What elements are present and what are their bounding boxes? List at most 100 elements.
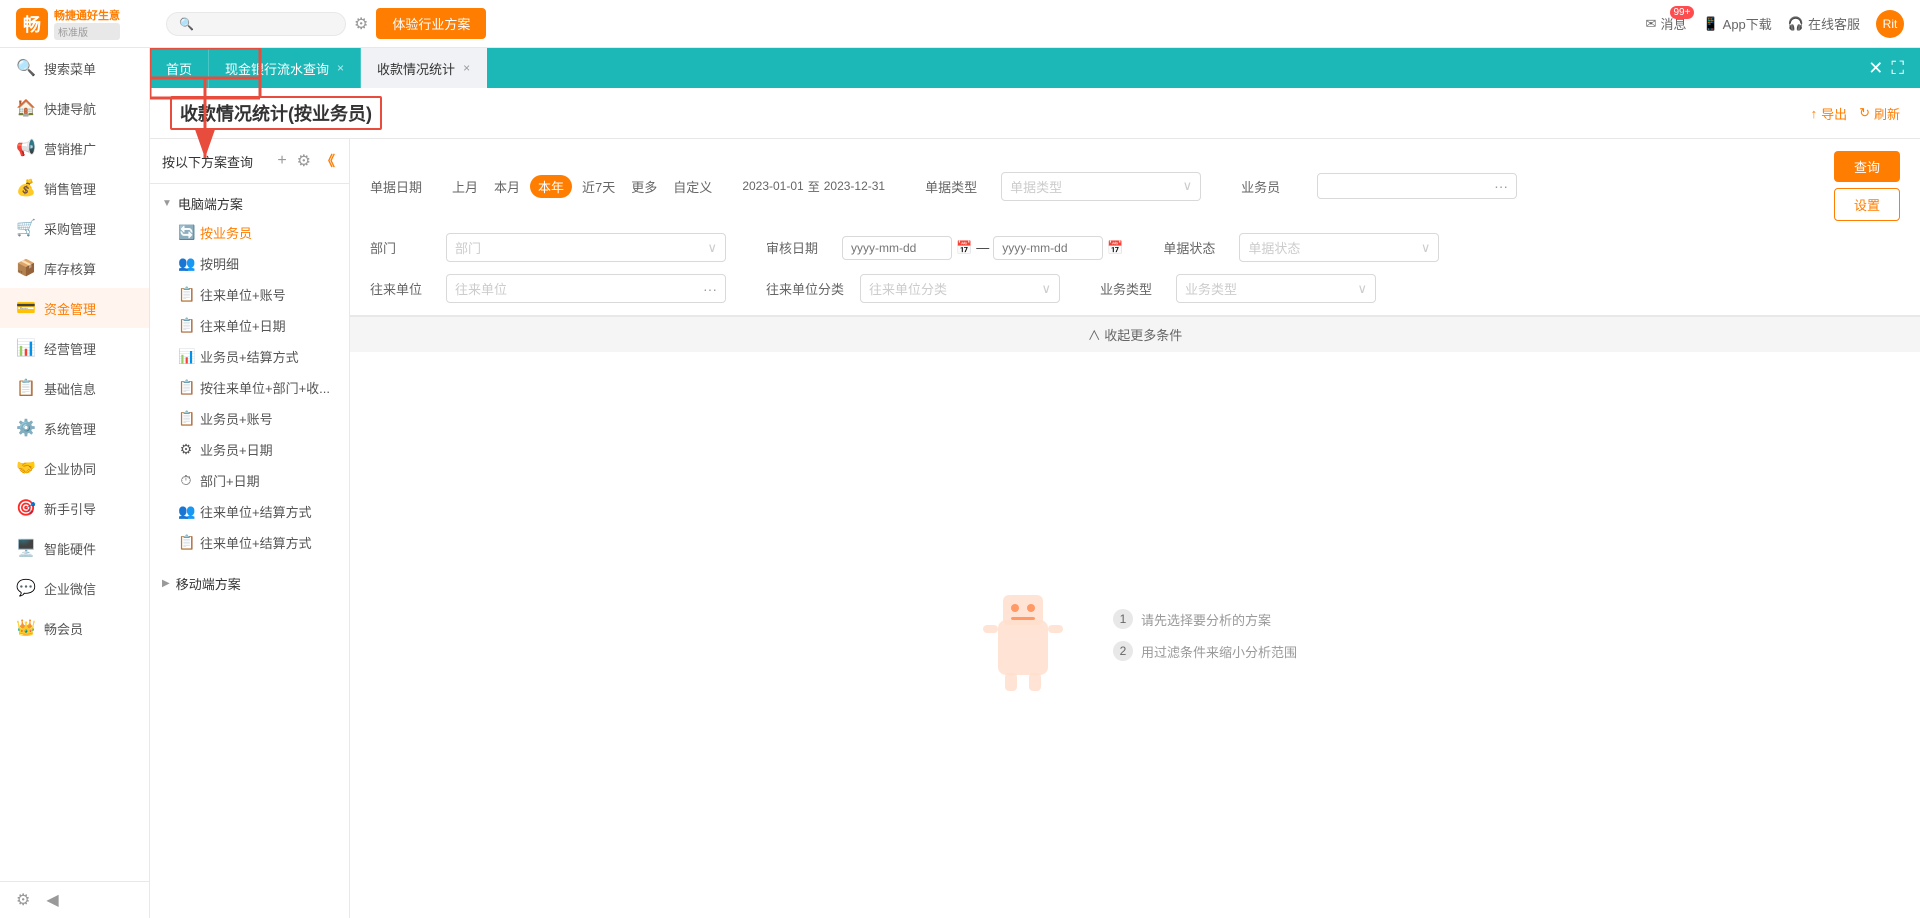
scheme-item-partner-date[interactable]: 📋 往来单位+日期 (150, 310, 349, 341)
salesperson-label: 业务员 (1241, 177, 1301, 196)
search-icon: 🔍 (16, 58, 36, 78)
sidebar-item-guide[interactable]: 🎯 新手引导 (0, 488, 149, 528)
more-options-icon[interactable]: ··· (1494, 178, 1508, 194)
partner-type-select[interactable]: 往来单位分类 ∨ (860, 274, 1060, 303)
settings-bottom-icon[interactable]: ⚙ (16, 890, 30, 910)
condition-row-1: 单据日期 上月 本月 本年 近7天 更多 自定义 2023-01-01 至 (370, 151, 1900, 221)
add-scheme-btn[interactable]: + (275, 149, 288, 173)
date-btn-more[interactable]: 更多 (625, 175, 663, 198)
tip-num-2: 2 (1113, 641, 1133, 661)
user-avatar[interactable]: Rit (1876, 10, 1904, 38)
sidebar-item-system[interactable]: ⚙️ 系统管理 (0, 408, 149, 448)
partner-select[interactable]: 往来单位 ··· (446, 274, 726, 303)
sidebar-item-basic[interactable]: 📋 基础信息 (0, 368, 149, 408)
empty-state: 1 请先选择要分析的方案 2 用过滤条件来缩小分析范围 (350, 352, 1920, 918)
scheme-item-partner-settle2[interactable]: 📋 往来单位+结算方式 (150, 527, 349, 558)
search-box[interactable]: 🔍 (166, 12, 346, 36)
logo-text: 畅捷通好生意 (54, 7, 120, 23)
sidebar-item-management[interactable]: 📊 经营管理 (0, 328, 149, 368)
partner-account-icon: 📋 (178, 286, 194, 303)
collapse-sidebar-icon[interactable]: ◀ (46, 890, 58, 910)
date-shortcuts: 上月 本月 本年 近7天 更多 自定义 (446, 175, 718, 198)
salesperson-select[interactable]: ··· (1317, 173, 1517, 199)
scheme-icon-active: 🔄 (178, 224, 194, 241)
sidebar-item-label: 经营管理 (44, 339, 96, 358)
scheme-item-label: 往来单位+结算方式 (200, 533, 312, 552)
scheme-item-partner-settle1[interactable]: 👥 往来单位+结算方式 (150, 496, 349, 527)
sidebar-item-hardware[interactable]: 🖥️ 智能硬件 (0, 528, 149, 568)
scheme-group-mobile-label: 移动端方案 (176, 574, 241, 593)
scheme-group-mobile-header[interactable]: ▶ 移动端方案 (150, 570, 349, 597)
sidebar-item-sales[interactable]: 💰 销售管理 (0, 168, 149, 208)
app-download-label: App下载 (1723, 14, 1772, 33)
expand-tab-btn[interactable]: ⛶ (1891, 58, 1904, 79)
sales-icon: 💰 (16, 178, 36, 198)
date-btn-7days[interactable]: 近7天 (576, 175, 621, 198)
sidebar-item-collab[interactable]: 🤝 企业协同 (0, 448, 149, 488)
message-button[interactable]: ✉ 消息 99+ (1646, 14, 1687, 33)
sidebar-item-marketing[interactable]: 📢 营销推广 (0, 128, 149, 168)
page-title: 收款情况统计(按业务员) (170, 96, 382, 130)
online-service-button[interactable]: 🎧 在线客服 (1788, 14, 1860, 33)
scheme-item-dept-date[interactable]: ⏱ 部门+日期 (150, 465, 349, 496)
scheme-item-salesperson[interactable]: 🔄 按业务员 (150, 217, 349, 248)
collapse-scheme-btn[interactable]: 《 (319, 149, 337, 173)
sidebar-item-weixin[interactable]: 💬 企业微信 (0, 568, 149, 608)
partner-settle2-icon: 📋 (178, 534, 194, 551)
sidebar-item-label: 新手引导 (44, 499, 96, 518)
tab-close-bank[interactable]: × (337, 62, 344, 74)
sidebar-item-label: 采购管理 (44, 219, 96, 238)
scheme-item-label: 业务员+账号 (200, 409, 273, 428)
scheme-item-label: 部门+日期 (200, 471, 260, 490)
tab-home[interactable]: 首页 (150, 48, 209, 88)
dept-select[interactable]: 部门 ∨ (446, 233, 726, 262)
close-all-tabs-btn[interactable]: ✕ (1868, 58, 1883, 79)
query-button[interactable]: 查询 (1834, 151, 1900, 182)
trial-button[interactable]: 体验行业方案 (376, 8, 486, 39)
calendar-icon-from[interactable]: 📅 (956, 240, 972, 256)
sidebar-item-member[interactable]: 👑 畅会员 (0, 608, 149, 648)
scheme-item-partner-account[interactable]: 📋 往来单位+账号 (150, 279, 349, 310)
date-btn-thisyear[interactable]: 本年 (530, 175, 572, 198)
gear-icon[interactable]: ⚙ (354, 14, 368, 34)
collapse-bar[interactable]: ∧ 收起更多条件 (350, 316, 1920, 352)
review-date-from[interactable] (842, 236, 952, 260)
scheme-item-sales-date[interactable]: ⚙ 业务员+日期 (150, 434, 349, 465)
inventory-icon: 📦 (16, 258, 36, 278)
scheme-item-sales-account[interactable]: 📋 业务员+账号 (150, 403, 349, 434)
biz-type-select[interactable]: 业务类型 ∨ (1176, 274, 1376, 303)
settings-button[interactable]: 设置 (1834, 188, 1900, 221)
date-btn-custom[interactable]: 自定义 (667, 175, 718, 198)
sidebar-item-purchase[interactable]: 🛒 采购管理 (0, 208, 149, 248)
scheme-item-partner-dept[interactable]: 📋 按往来单位+部门+收... (150, 372, 349, 403)
partner-more-icon[interactable]: ··· (703, 281, 717, 297)
sidebar-item-label: 基础信息 (44, 379, 96, 398)
doc-status-select[interactable]: 单据状态 ∨ (1239, 233, 1439, 262)
review-date-group: 📅 — 📅 (842, 236, 1123, 260)
page-area: 收款情况统计(按业务员) ↑ 导出 ↻ 刷新 按以下方案查询 + (150, 88, 1920, 918)
date-btn-lastmonth[interactable]: 上月 (446, 175, 484, 198)
tab-collection-stats[interactable]: 收款情况统计 × (361, 48, 487, 88)
doc-type-label: 单据类型 (925, 177, 985, 196)
tab-close-stats[interactable]: × (463, 62, 470, 74)
tab-bank-flow[interactable]: 现金银行流水查询 × (209, 48, 361, 88)
date-btn-thismonth[interactable]: 本月 (488, 175, 526, 198)
calendar-icon-to[interactable]: 📅 (1107, 240, 1123, 256)
scheme-settings-btn[interactable]: ⚙ (295, 149, 313, 173)
doc-type-select[interactable]: 单据类型 ∨ (1001, 172, 1201, 201)
sidebar-item-inventory[interactable]: 📦 库存核算 (0, 248, 149, 288)
sidebar-item-quicknav[interactable]: 🏠 快捷导航 (0, 88, 149, 128)
scheme-item-sales-settle[interactable]: 📊 业务员+结算方式 (150, 341, 349, 372)
sidebar-item-search[interactable]: 🔍 搜索菜单 (0, 48, 149, 88)
scheme-group-pc-header[interactable]: ▼ 电脑端方案 (150, 190, 349, 217)
review-date-to[interactable] (993, 236, 1103, 260)
hardware-icon: 🖥️ (16, 538, 36, 558)
sidebar-item-label: 企业协同 (44, 459, 96, 478)
group-toggle-icon: ▼ (162, 198, 172, 209)
sidebar-item-finance[interactable]: 💳 资金管理 (0, 288, 149, 328)
refresh-button[interactable]: ↻ 刷新 (1859, 104, 1900, 123)
scheme-item-detail[interactable]: 👥 按明细 (150, 248, 349, 279)
management-icon: 📊 (16, 338, 36, 358)
export-button[interactable]: ↑ 导出 (1811, 104, 1848, 123)
app-download-button[interactable]: 📱 App下载 (1702, 14, 1771, 33)
